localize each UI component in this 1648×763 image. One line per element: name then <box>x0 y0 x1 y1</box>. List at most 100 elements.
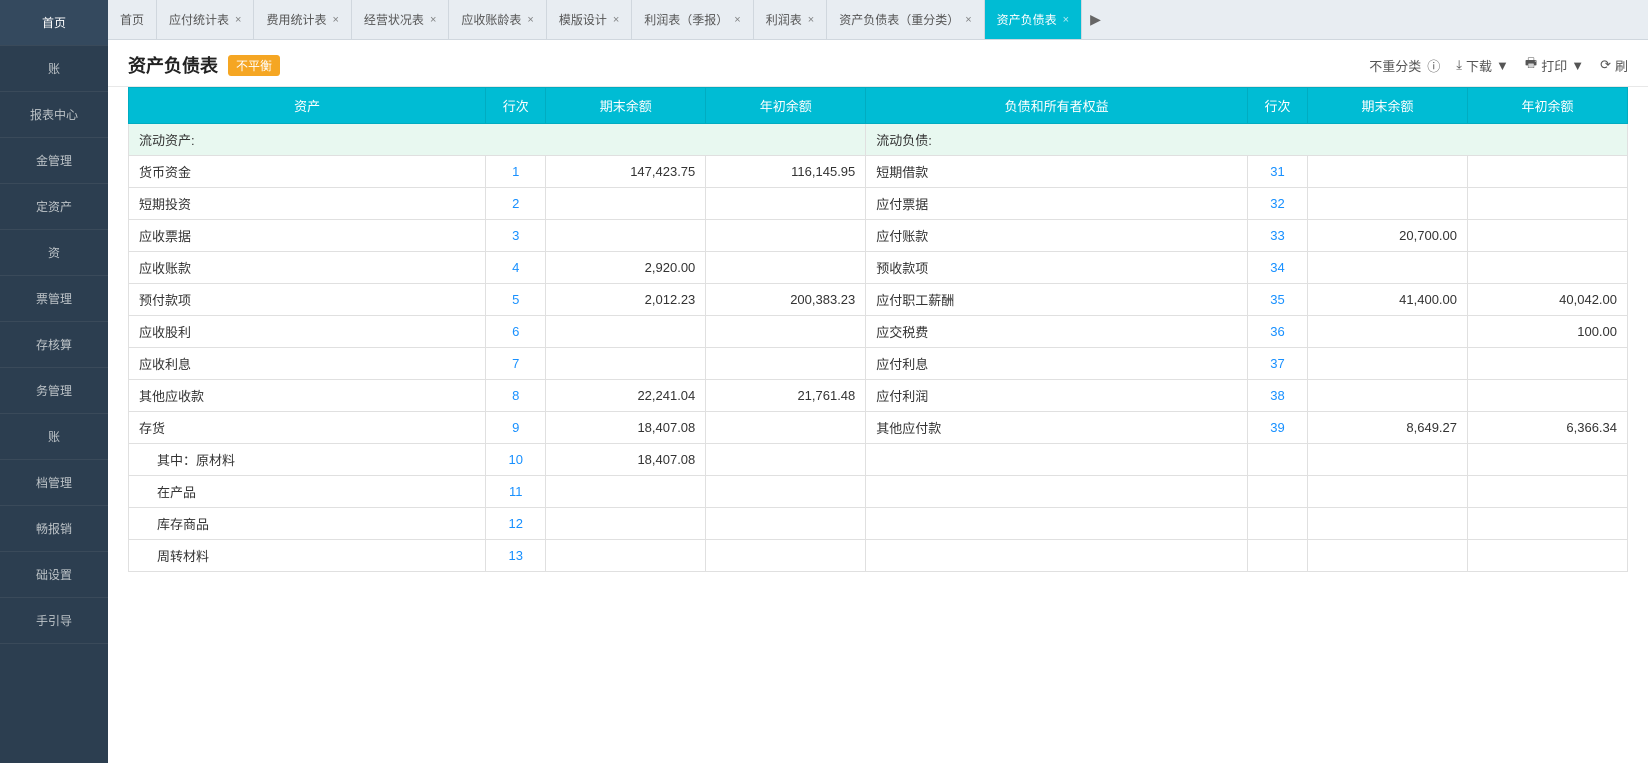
close-tab-operation-status[interactable]: × <box>430 14 436 26</box>
right-row-num[interactable]: 37 <box>1248 348 1308 380</box>
sidebar-item-guide[interactable]: 手引导 <box>0 598 108 644</box>
sidebar-item-ledger[interactable]: 账 <box>0 414 108 460</box>
left-item: 周转材料 <box>129 540 486 572</box>
left-row-num[interactable]: 9 <box>486 412 546 444</box>
left-period-end <box>546 220 706 252</box>
close-tab-expense-stats[interactable]: × <box>332 14 338 26</box>
left-row-num[interactable]: 5 <box>486 284 546 316</box>
sidebar-item-expense[interactable]: 畅报销 <box>0 506 108 552</box>
right-item: 其他应付款 <box>866 412 1248 444</box>
classify-action[interactable]: 不重分类 ⓘ <box>1369 56 1440 75</box>
sidebar-item-archive[interactable]: 档管理 <box>0 460 108 506</box>
left-item: 应收账款 <box>129 252 486 284</box>
sidebar-item-fixed-assets[interactable]: 定资产 <box>0 184 108 230</box>
sidebar-item-settings[interactable]: 础设置 <box>0 552 108 598</box>
tab-expense-stats[interactable]: 费用统计表 × <box>254 0 351 40</box>
th-liabilities: 负债和所有者权益 <box>866 88 1248 124</box>
tab-profit[interactable]: 利润表 × <box>754 0 827 40</box>
close-tab-receivable-aging[interactable]: × <box>527 14 533 26</box>
left-year-start <box>706 252 866 284</box>
right-year-start <box>1468 540 1628 572</box>
close-tab-profit-quarterly[interactable]: × <box>734 14 740 26</box>
close-tab-payable-stats[interactable]: × <box>235 14 241 26</box>
right-year-start: 40,042.00 <box>1468 284 1628 316</box>
main-content: 首页 应付统计表 × 费用统计表 × 经营状况表 × 应收账龄表 × 模版设计 … <box>108 0 1648 763</box>
right-row-num[interactable]: 31 <box>1248 156 1308 188</box>
right-row-num[interactable]: 39 <box>1248 412 1308 444</box>
right-row-num[interactable]: 38 <box>1248 380 1308 412</box>
left-year-start <box>706 508 866 540</box>
left-period-end: 22,241.04 <box>546 380 706 412</box>
left-row-num[interactable]: 11 <box>486 476 546 508</box>
left-period-end <box>546 316 706 348</box>
left-row-num[interactable]: 12 <box>486 508 546 540</box>
left-item: 短期投资 <box>129 188 486 220</box>
right-period-end <box>1308 444 1468 476</box>
left-row-num[interactable]: 1 <box>486 156 546 188</box>
left-period-end: 147,423.75 <box>546 156 706 188</box>
left-row-num[interactable]: 10 <box>486 444 546 476</box>
close-tab-balance-sheet[interactable]: × <box>1063 14 1069 26</box>
right-period-end <box>1308 508 1468 540</box>
close-tab-template-design[interactable]: × <box>613 14 619 26</box>
tab-bar: 首页 应付统计表 × 费用统计表 × 经营状况表 × 应收账龄表 × 模版设计 … <box>108 0 1648 40</box>
right-item <box>866 476 1248 508</box>
th-period-end: 期末余额 <box>546 88 706 124</box>
tab-payable-stats[interactable]: 应付统计表 × <box>157 0 254 40</box>
left-row-num[interactable]: 4 <box>486 252 546 284</box>
refresh-action[interactable]: ⟳ 刷 <box>1600 56 1628 75</box>
left-row-num[interactable]: 6 <box>486 316 546 348</box>
right-year-start: 100.00 <box>1468 316 1628 348</box>
left-row-num[interactable]: 13 <box>486 540 546 572</box>
help-icon: ⓘ <box>1427 56 1440 75</box>
right-row-num <box>1248 508 1308 540</box>
right-year-start <box>1468 380 1628 412</box>
right-item: 预收款项 <box>866 252 1248 284</box>
left-period-end: 2,920.00 <box>546 252 706 284</box>
left-item: 货币资金 <box>129 156 486 188</box>
left-period-end: 18,407.08 <box>546 412 706 444</box>
left-row-num[interactable]: 3 <box>486 220 546 252</box>
print-action[interactable]: 🖶 打印 ▼ <box>1525 54 1584 76</box>
sidebar-item-ticket-management[interactable]: 票管理 <box>0 276 108 322</box>
sidebar-item-home[interactable]: 首页 <box>0 0 108 46</box>
th-period-end2: 期末余额 <box>1308 88 1468 124</box>
right-row-num[interactable]: 36 <box>1248 316 1308 348</box>
right-item <box>866 540 1248 572</box>
right-period-end <box>1308 156 1468 188</box>
tab-balance-sheet[interactable]: 资产负债表 × <box>985 0 1082 40</box>
tab-scroll-right[interactable]: ▶ <box>1082 0 1109 40</box>
tab-operation-status[interactable]: 经营状况表 × <box>352 0 449 40</box>
download-action[interactable]: ⤓ 下载 ▼ <box>1456 56 1509 75</box>
sidebar-item-report-center[interactable]: 报表中心 <box>0 92 108 138</box>
left-row-num[interactable]: 2 <box>486 188 546 220</box>
right-year-start <box>1468 444 1628 476</box>
tab-balance-reclassified[interactable]: 资产负债表（重分类） × <box>827 0 984 40</box>
left-item: 其中：原材料 <box>129 444 486 476</box>
sidebar-item-investment[interactable]: 资 <box>0 230 108 276</box>
close-tab-balance-reclassified[interactable]: × <box>965 14 971 26</box>
left-row-num[interactable]: 7 <box>486 348 546 380</box>
left-row-num[interactable]: 8 <box>486 380 546 412</box>
right-row-num[interactable]: 35 <box>1248 284 1308 316</box>
chevron-down-icon: ▼ <box>1496 58 1509 73</box>
sidebar-item-fund-management[interactable]: 金管理 <box>0 138 108 184</box>
right-year-start <box>1468 156 1628 188</box>
right-row-num[interactable]: 34 <box>1248 252 1308 284</box>
tab-profit-quarterly[interactable]: 利润表（季报） × <box>632 0 753 40</box>
left-period-end <box>546 188 706 220</box>
left-year-start <box>706 444 866 476</box>
right-period-end <box>1308 188 1468 220</box>
tab-receivable-aging[interactable]: 应收账龄表 × <box>449 0 546 40</box>
sidebar-item-business-management[interactable]: 务管理 <box>0 368 108 414</box>
table-container: 资产 行次 期末余额 年初余额 负债和所有者权益 行次 期末余额 年初余额 流动… <box>108 87 1648 763</box>
tab-template-design[interactable]: 模版设计 × <box>547 0 632 40</box>
sidebar-item-inventory[interactable]: 存核算 <box>0 322 108 368</box>
right-row-num[interactable]: 33 <box>1248 220 1308 252</box>
sidebar-item-account[interactable]: 账 <box>0 46 108 92</box>
tab-home[interactable]: 首页 <box>108 0 157 40</box>
right-row-num[interactable]: 32 <box>1248 188 1308 220</box>
left-period-end <box>546 348 706 380</box>
right-period-end: 41,400.00 <box>1308 284 1468 316</box>
close-tab-profit[interactable]: × <box>808 14 814 26</box>
